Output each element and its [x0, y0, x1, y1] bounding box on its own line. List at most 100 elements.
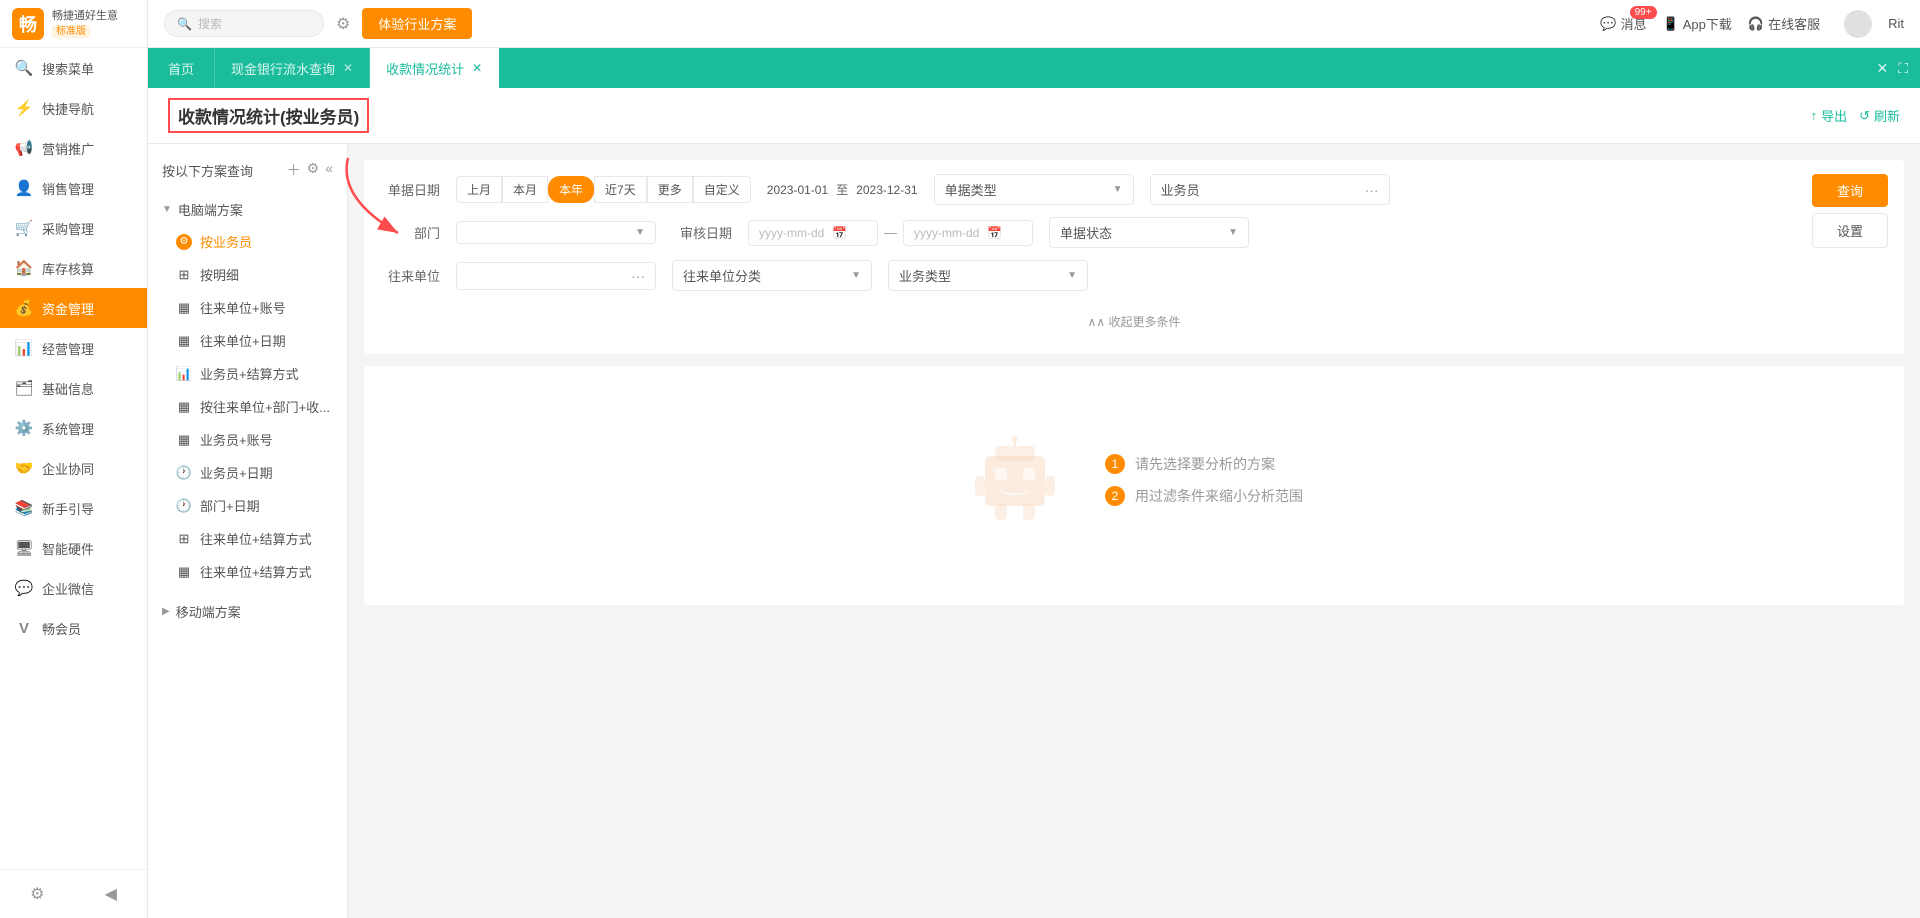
topbar-search[interactable]: 🔍 搜索: [164, 10, 324, 37]
sidebar-item-hardware[interactable]: 🖥 智能硬件: [0, 528, 147, 568]
sidebar-item-system[interactable]: ⚙️ 系统管理: [0, 408, 147, 448]
panel-item-unit-settle2[interactable]: ▦ 往来单位+结算方式: [148, 555, 347, 588]
panel-item-unit-date[interactable]: ▦ 往来单位+日期: [148, 324, 347, 357]
content-area: 收款情况统计(按业务员) ↑ 导出 ↺ 刷新 按以下方案查询 ＋: [148, 88, 1920, 918]
sidebar-item-basic[interactable]: 🗂 基础信息: [0, 368, 147, 408]
left-panel: 按以下方案查询 ＋ ⚙ « ▼ 电脑端方案 ⚙: [148, 144, 348, 918]
unit-account-icon: ▦: [176, 300, 192, 316]
page-title: 收款情况统计(按业务员): [168, 98, 369, 133]
date-btn-this-month[interactable]: 本月: [502, 176, 548, 203]
panel-item-by-salesperson[interactable]: ⚙ 按业务员: [148, 225, 347, 258]
section-expand-icon: ▼: [162, 204, 172, 215]
date-btn-this-year[interactable]: 本年: [548, 176, 594, 203]
panel-item-salesperson-settle[interactable]: 📊 业务员+结算方式: [148, 357, 347, 390]
tab-close-all-icon[interactable]: ✕: [1876, 60, 1888, 77]
mobile-section-title[interactable]: ▶ 移动端方案: [148, 596, 347, 627]
logo-badge: 标准版: [52, 23, 118, 39]
detail-item-icon: ⊞: [176, 267, 192, 283]
unit-date-icon: ▦: [176, 333, 192, 349]
date-btn-last7[interactable]: 近7天: [594, 176, 647, 203]
panel-item-dept-date[interactable]: 🕐 部门+日期: [148, 489, 347, 522]
panel-item-salesperson-account[interactable]: ▦ 业务员+账号: [148, 423, 347, 456]
sidebar-item-member[interactable]: V 畅会员: [0, 608, 147, 648]
dept-select[interactable]: ▼: [456, 221, 656, 244]
tab-bank-close[interactable]: ✕: [343, 61, 353, 75]
avatar[interactable]: [1844, 10, 1872, 38]
refresh-btn[interactable]: ↺ 刷新: [1859, 106, 1900, 125]
sidebar-item-sales[interactable]: 👤 销售管理: [0, 168, 147, 208]
collapse-icon: ∧∧: [1088, 315, 1106, 329]
sidebar-item-operation[interactable]: 📊 经营管理: [0, 328, 147, 368]
tab-maximize-icon[interactable]: ⛶: [1898, 60, 1908, 77]
sidebar-item-inventory[interactable]: 🏠 库存核算: [0, 248, 147, 288]
marketing-icon: 📢: [14, 138, 34, 158]
tab-collection-close[interactable]: ✕: [472, 61, 482, 75]
trial-btn[interactable]: 体验行业方案: [362, 8, 472, 39]
salesperson-select[interactable]: 业务员 ···: [1150, 174, 1390, 205]
online-service-btn[interactable]: 🎧 在线客服: [1748, 14, 1820, 33]
collapse-sidebar-icon[interactable]: ◀: [97, 880, 125, 908]
sidebar-item-enterprise[interactable]: 🤝 企业协同: [0, 448, 147, 488]
panel-item-unit-settle1[interactable]: ⊞ 往来单位+结算方式: [148, 522, 347, 555]
date-btn-custom[interactable]: 自定义: [693, 176, 751, 203]
mobile-section-expand-icon: ▶: [162, 606, 170, 617]
manage-scheme-icon[interactable]: ⚙: [307, 160, 320, 180]
partner-select[interactable]: ···: [456, 262, 656, 290]
collapse-bar[interactable]: ∧∧ 收起更多条件: [380, 303, 1888, 340]
business-type-chevron: ▼: [1067, 270, 1077, 281]
date-btn-last-month[interactable]: 上月: [456, 176, 502, 203]
right-content: 单据日期 上月 本月 本年 近7天 更多 自定义: [348, 144, 1920, 918]
review-date-range: yyyy-mm-dd 📅 — yyyy-mm-dd 📅: [748, 220, 1033, 246]
sidebar-item-wechat[interactable]: 💬 企业微信: [0, 568, 147, 608]
tip-2: 2 用过滤条件来缩小分析范围: [1105, 486, 1303, 506]
message-btn[interactable]: 💬 消息 99+: [1600, 14, 1646, 33]
tab-collection[interactable]: 收款情况统计 ✕: [370, 48, 499, 88]
sidebar-item-search[interactable]: 🔍 搜索菜单: [0, 48, 147, 88]
review-date-from[interactable]: yyyy-mm-dd 📅: [748, 220, 878, 246]
sidebar-item-guide[interactable]: 📚 新手引导: [0, 488, 147, 528]
tab-bank[interactable]: 现金银行流水查询 ✕: [215, 48, 370, 88]
add-scheme-icon[interactable]: ＋: [287, 160, 301, 180]
collapse-panel-icon[interactable]: «: [325, 160, 333, 180]
main-area: 🔍 搜索 ⚙ 体验行业方案 💬 消息 99+ 📱 App下载 🎧 在线客服 Ri…: [148, 0, 1920, 918]
inventory-icon: 🏠: [14, 258, 34, 278]
calendar-icon: 📅: [832, 226, 847, 240]
date-label: 单据日期: [380, 180, 440, 199]
sidebar-item-purchase[interactable]: 🛒 采购管理: [0, 208, 147, 248]
finance-icon: 💰: [14, 298, 34, 318]
settings-gear-icon[interactable]: ⚙: [336, 14, 350, 34]
business-type-select[interactable]: 业务类型 ▼: [888, 260, 1088, 291]
doc-type-select[interactable]: 单据类型 ▼: [934, 174, 1134, 205]
desktop-section-title[interactable]: ▼ 电脑端方案: [148, 194, 347, 225]
filter-row-2: 部门 ▼ 审核日期 yyyy-mm-dd 📅: [380, 217, 1800, 248]
tab-home[interactable]: 首页: [148, 48, 215, 88]
filter-actions: 查询 设置: [1812, 174, 1888, 248]
app-logo-text: 畅捷通好生意 标准版: [52, 9, 118, 39]
sidebar-item-marketing[interactable]: 📢 营销推广: [0, 128, 147, 168]
username-label[interactable]: Rit: [1888, 16, 1904, 31]
doc-status-select[interactable]: 单据状态 ▼: [1049, 217, 1249, 248]
tabbar-controls: ✕ ⛶: [1876, 60, 1920, 77]
refresh-icon: ↺: [1859, 108, 1870, 124]
partner-more-btn[interactable]: ···: [631, 268, 645, 284]
date-btn-more[interactable]: 更多: [647, 176, 693, 203]
query-btn[interactable]: 查询: [1812, 174, 1888, 207]
calendar-icon-2: 📅: [987, 226, 1002, 240]
panel-item-by-detail[interactable]: ⊞ 按明细: [148, 258, 347, 291]
export-icon: ↑: [1811, 108, 1818, 123]
panel-item-salesperson-date[interactable]: 🕐 业务员+日期: [148, 456, 347, 489]
settings-filter-btn[interactable]: 设置: [1812, 213, 1888, 248]
dept-chevron: ▼: [635, 227, 645, 238]
app-download-btn[interactable]: 📱 App下载: [1663, 14, 1732, 33]
settings-bottom-icon[interactable]: ⚙: [22, 880, 52, 908]
wechat-icon: 💬: [14, 578, 34, 598]
review-date-to[interactable]: yyyy-mm-dd 📅: [903, 220, 1033, 246]
sidebar-item-quicknav[interactable]: ⚡ 快捷导航: [0, 88, 147, 128]
panel-item-unit-account[interactable]: ▦ 往来单位+账号: [148, 291, 347, 324]
enterprise-icon: 🤝: [14, 458, 34, 478]
export-btn[interactable]: ↑ 导出: [1811, 106, 1848, 125]
sidebar-nav: 🔍 搜索菜单 ⚡ 快捷导航 📢 营销推广 👤 销售管理 🛒 采购管理 🏠 库存核…: [0, 48, 147, 869]
panel-item-unit-dept-collect[interactable]: ▦ 按往来单位+部门+收...: [148, 390, 347, 423]
partner-category-select[interactable]: 往来单位分类 ▼: [672, 260, 872, 291]
sidebar-item-finance[interactable]: 💰 资金管理: [0, 288, 147, 328]
